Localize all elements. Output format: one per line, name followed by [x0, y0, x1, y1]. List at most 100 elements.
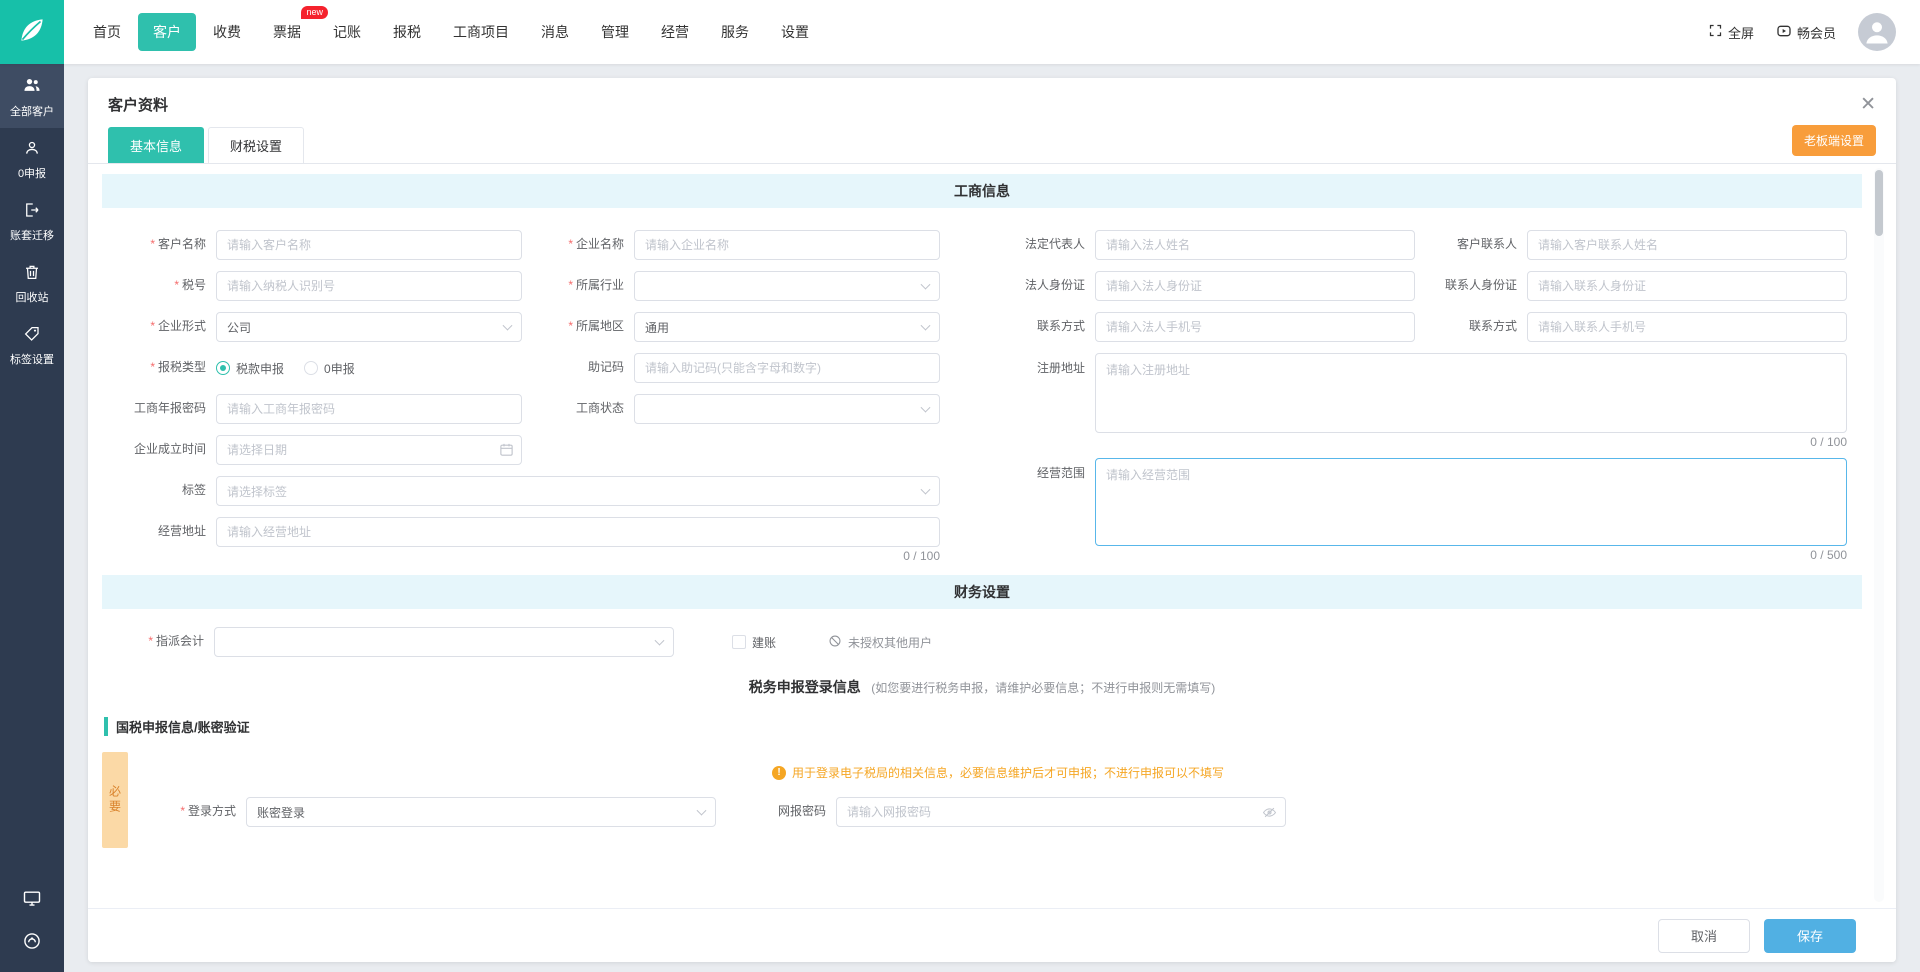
eye-off-icon[interactable]	[1262, 805, 1277, 825]
nav-item-business-projects[interactable]: 工商项目	[438, 13, 524, 51]
business-address-counter: 0 / 100	[903, 549, 940, 563]
fullscreen-icon	[1708, 23, 1723, 41]
tax-login-note: (如您要进行税务申报，请维护必要信息；不进行申报则无需填写)	[871, 681, 1216, 695]
legal-person-input[interactable]	[1095, 230, 1415, 260]
nav-item-home[interactable]: 首页	[78, 13, 136, 51]
scrollbar-thumb[interactable]	[1875, 170, 1883, 236]
tax-no-input[interactable]	[216, 271, 522, 301]
company-name-input[interactable]	[634, 230, 940, 260]
field-label: 法定代表人	[1024, 237, 1085, 252]
nav-item-fees[interactable]: 收费	[198, 13, 256, 51]
business-scope-counter: 0 / 500	[1810, 548, 1847, 562]
tag-icon	[23, 325, 41, 346]
contact-id-input[interactable]	[1527, 271, 1847, 301]
web-password-input[interactable]	[836, 797, 1286, 827]
field-label: 指派会计	[102, 634, 214, 650]
device-icon[interactable]	[22, 888, 42, 913]
dialog-tabs: 基本信息 财税设置 老板端设置	[88, 125, 1896, 164]
company-form-select[interactable]: 公司	[216, 312, 522, 342]
chevron-down-icon	[502, 320, 513, 331]
legal-id-input[interactable]	[1095, 271, 1415, 301]
sidebar-item-recycle-bin[interactable]: 回收站	[0, 252, 64, 314]
sidebar-item-all-customers[interactable]: 全部客户	[0, 64, 64, 128]
field-label: 客户联系人	[1456, 237, 1517, 252]
member-label: 畅会员	[1796, 25, 1836, 41]
region-select[interactable]: 通用	[634, 312, 940, 342]
nav-item-bookkeeping[interactable]: 记账	[318, 13, 376, 51]
nav-item-settings[interactable]: 设置	[766, 13, 824, 51]
nav-item-messages[interactable]: 消息	[526, 13, 584, 51]
radio-dot	[304, 361, 319, 375]
sidebar: 全部客户 0申报 账套迁移 回收站 标签设置	[0, 64, 64, 972]
support-icon[interactable]	[22, 931, 42, 956]
sidebar-item-zero-declare[interactable]: 0申报	[0, 128, 64, 190]
field-label: 注册地址	[1036, 361, 1085, 375]
field-label: 法人身份证	[1024, 278, 1085, 293]
nav-item-operation[interactable]: 经营	[646, 13, 704, 51]
leaf-logo-icon	[15, 13, 49, 52]
industry-select[interactable]	[634, 271, 940, 301]
main-nav: 首页 客户 收费 票据 new 记账 报税 工商项目 消息 管理 经营 服务 设…	[78, 6, 824, 51]
tax-type-radio-group: 税款申报 0申报	[216, 360, 522, 377]
app-logo[interactable]	[0, 0, 64, 64]
field-label: 登录方式	[134, 804, 246, 820]
field-label: 联系方式	[1036, 319, 1085, 334]
dialog-header: 客户资料 ✕	[88, 78, 1896, 127]
sidebar-item-account-migration[interactable]: 账套迁移	[0, 190, 64, 252]
fullscreen-button[interactable]: 全屏	[1708, 23, 1754, 42]
registered-address-textarea[interactable]	[1095, 353, 1847, 433]
field-label: 标签	[181, 483, 206, 498]
fullscreen-label: 全屏	[1727, 25, 1754, 41]
nav-item-management[interactable]: 管理	[586, 13, 644, 51]
customer-name-input[interactable]	[216, 230, 522, 260]
radio-label: 税款申报	[236, 361, 285, 376]
business-form: 客户名称 企业名称 税号	[102, 208, 1862, 575]
boss-settings-button[interactable]: 老板端设置	[1791, 125, 1876, 156]
close-icon[interactable]: ✕	[1860, 95, 1876, 114]
warning-icon: !	[771, 765, 786, 780]
calendar-icon	[499, 442, 514, 462]
scrollbar-track[interactable]	[1874, 168, 1884, 902]
avatar[interactable]	[1858, 13, 1896, 51]
established-date-input[interactable]	[216, 435, 522, 465]
mnemonic-input[interactable]	[634, 353, 940, 383]
nav-item-services[interactable]: 服务	[706, 13, 764, 51]
field-label: 助记码	[587, 360, 624, 375]
tags-select[interactable]: 请选择标签	[216, 476, 940, 506]
warning-text: 用于登录电子税局的相关信息，必要信息维护后才可申报；不进行申报可以不填写	[791, 766, 1224, 780]
sidebar-item-tag-settings[interactable]: 标签设置	[0, 314, 64, 376]
field-label: 经营范围	[1036, 466, 1085, 480]
field-label: 网报密码	[777, 804, 826, 819]
member-button[interactable]: 畅会员	[1776, 23, 1836, 42]
customer-contact-input[interactable]	[1527, 230, 1847, 260]
guoshui-section-title: 国税申报信息/账密验证	[104, 717, 1862, 736]
tab-tax-settings[interactable]: 财税设置	[208, 127, 305, 163]
tax-login-title: 税务申报登录信息	[748, 679, 861, 695]
login-method-select[interactable]: 账密登录	[246, 797, 716, 827]
person-icon	[23, 139, 41, 160]
assign-accountant-select[interactable]	[214, 627, 674, 657]
nav-item-invoices[interactable]: 票据 new	[258, 6, 328, 51]
field-label: 税号	[104, 278, 216, 294]
save-button[interactable]: 保存	[1764, 918, 1856, 953]
nav-item-tax-filing[interactable]: 报税	[378, 13, 436, 51]
business-status-select[interactable]	[634, 394, 940, 424]
tax-login-header: 税务申报登录信息 (如您要进行税务申报，请维护必要信息；不进行申报则无需填写)	[102, 677, 1862, 697]
trash-icon	[23, 263, 41, 284]
users-icon	[22, 75, 42, 98]
legal-phone-input[interactable]	[1095, 312, 1415, 342]
required-login-block: 必要 ! 用于登录电子税局的相关信息，必要信息维护后才可申报；不进行申报可以不填…	[102, 752, 1862, 848]
jianzhang-checkbox[interactable]: 建账	[732, 634, 776, 651]
section-finance-title: 财务设置	[102, 575, 1862, 609]
nav-item-customer[interactable]: 客户	[138, 13, 196, 51]
chevron-down-icon	[920, 402, 931, 413]
tab-basic-info[interactable]: 基本信息	[108, 127, 205, 163]
business-address-input[interactable]	[216, 517, 940, 547]
radio-zero-declare[interactable]: 0申报	[304, 360, 355, 377]
business-scope-textarea[interactable]	[1095, 458, 1847, 546]
registered-address-counter: 0 / 100	[1810, 435, 1847, 449]
cancel-button[interactable]: 取消	[1658, 918, 1750, 953]
annual-report-password-input[interactable]	[216, 394, 522, 424]
radio-tax-declare[interactable]: 税款申报	[216, 360, 284, 377]
contact-phone-input[interactable]	[1527, 312, 1847, 342]
